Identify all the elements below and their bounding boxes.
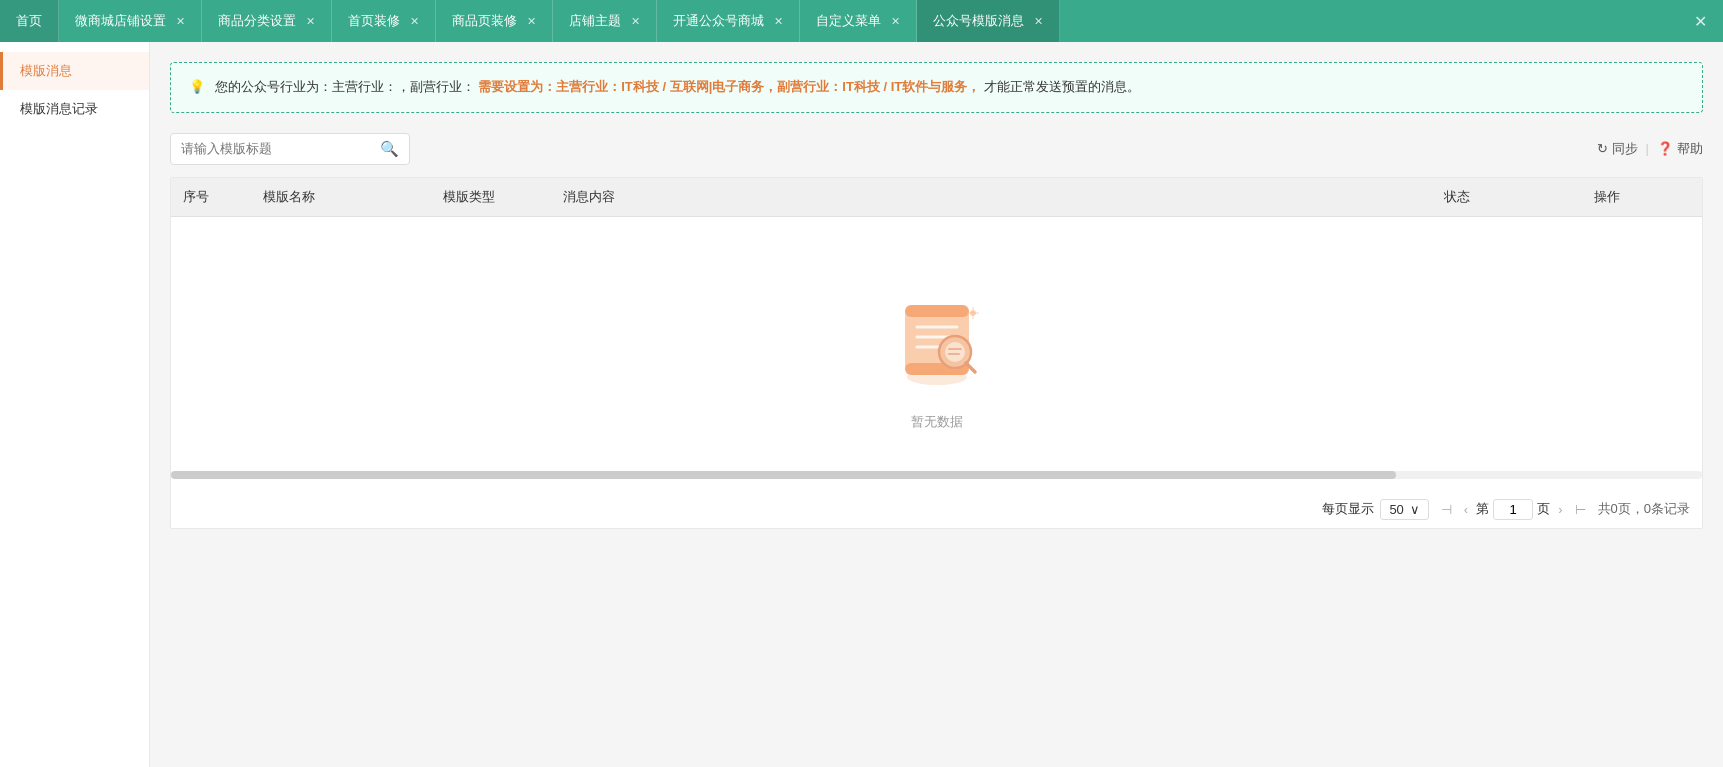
tab-close-shop-settings[interactable]: ✕	[176, 15, 185, 28]
page-unit: 页	[1537, 500, 1550, 518]
col-action: 操作	[1582, 178, 1702, 216]
svg-rect-2	[905, 305, 969, 317]
empty-state: 暂无数据	[171, 217, 1702, 471]
tab-close-template-msg[interactable]: ✕	[1034, 15, 1043, 28]
toolbar-right: ↻ 同步 | ❓ 帮助	[1597, 140, 1703, 158]
tab-product-category[interactable]: 商品分类设置 ✕	[202, 0, 332, 42]
tab-bar: 首页 微商城店铺设置 ✕ 商品分类设置 ✕ 首页装修 ✕ 商品页装修 ✕ 店铺主…	[0, 0, 1723, 42]
notice-icon: 💡	[189, 79, 205, 94]
notice-text1: 您的公众号行业为：主营行业：，副营行业：	[215, 79, 475, 94]
svg-point-8	[945, 342, 965, 362]
horizontal-scrollbar[interactable]	[171, 471, 1702, 479]
table-container: 序号 模版名称 模版类型 消息内容 状态 操作	[170, 177, 1703, 529]
tab-template-msg[interactable]: 公众号模版消息 ✕	[917, 0, 1060, 42]
prev-page-button[interactable]: ‹	[1460, 500, 1472, 519]
per-page-select: 每页显示 50 ∨	[1322, 499, 1428, 520]
tab-product-decor[interactable]: 商品页装修 ✕	[436, 0, 553, 42]
search-input-wrap: 🔍	[170, 133, 410, 165]
sidebar-item-template-record[interactable]: 模版消息记录	[0, 90, 149, 128]
per-page-label: 每页显示	[1322, 500, 1374, 518]
tab-custom-menu[interactable]: 自定义菜单 ✕	[800, 0, 917, 42]
tab-close-product-decor[interactable]: ✕	[527, 15, 536, 28]
tab-close-open-mall[interactable]: ✕	[774, 15, 783, 28]
col-status: 状态	[1432, 178, 1582, 216]
sync-icon: ↻	[1597, 141, 1608, 156]
notice-highlight: 需要设置为：主营行业：IT科技 / 互联网|电子商务，副营行业：IT科技 / I…	[478, 79, 980, 94]
page-input-wrap: 第 页	[1476, 499, 1550, 520]
notice-box: 💡 您的公众号行业为：主营行业：，副营行业： 需要设置为：主营行业：IT科技 /…	[170, 62, 1703, 113]
tab-shop-theme[interactable]: 店铺主题 ✕	[553, 0, 657, 42]
tab-open-mall[interactable]: 开通公众号商城 ✕	[657, 0, 800, 42]
help-button[interactable]: ❓ 帮助	[1657, 140, 1703, 158]
notice-text2: 才能正常发送预置的消息。	[984, 79, 1140, 94]
sync-button[interactable]: ↻ 同步	[1597, 140, 1638, 158]
tab-close-custom-menu[interactable]: ✕	[891, 15, 900, 28]
col-content: 消息内容	[551, 178, 1432, 216]
col-name: 模版名称	[251, 178, 431, 216]
page-input[interactable]	[1493, 499, 1533, 520]
empty-text: 暂无数据	[911, 413, 963, 431]
page-total: 共0页，0条记录	[1598, 500, 1690, 518]
sidebar: 模版消息 模版消息记录	[0, 42, 150, 767]
per-page-arrow-icon: ∨	[1410, 502, 1420, 517]
tab-shop-settings[interactable]: 微商城店铺设置 ✕	[59, 0, 202, 42]
search-bar: 🔍 ↻ 同步 | ❓ 帮助	[170, 133, 1703, 165]
tab-close-homepage-decor[interactable]: ✕	[410, 15, 419, 28]
tab-close-product-category[interactable]: ✕	[306, 15, 315, 28]
toolbar-divider: |	[1646, 141, 1649, 156]
page-label: 第	[1476, 500, 1489, 518]
col-seq: 序号	[171, 178, 251, 216]
sidebar-item-template-msg[interactable]: 模版消息	[0, 52, 149, 90]
next-page-button[interactable]: ›	[1554, 500, 1566, 519]
first-page-button[interactable]: ⊣	[1437, 500, 1456, 519]
empty-icon	[877, 277, 997, 397]
pagination: 每页显示 50 ∨ ⊣ ‹ 第 页 › ⊢	[171, 491, 1702, 528]
tab-bar-close-button[interactable]: ✕	[1678, 12, 1723, 31]
help-icon: ❓	[1657, 141, 1673, 156]
tab-home[interactable]: 首页	[0, 0, 59, 42]
last-page-button[interactable]: ⊢	[1571, 500, 1590, 519]
tab-close-shop-theme[interactable]: ✕	[631, 15, 640, 28]
tab-homepage-decor[interactable]: 首页装修 ✕	[332, 0, 436, 42]
per-page-value: 50	[1389, 502, 1403, 517]
table-header: 序号 模版名称 模版类型 消息内容 状态 操作	[171, 178, 1702, 217]
per-page-dropdown[interactable]: 50 ∨	[1380, 499, 1428, 520]
col-type: 模版类型	[431, 178, 551, 216]
page-navigation: ⊣ ‹ 第 页 › ⊢	[1437, 499, 1590, 520]
main-layout: 模版消息 模版消息记录 💡 您的公众号行业为：主营行业：，副营行业： 需要设置为…	[0, 42, 1723, 767]
scroll-thumb[interactable]	[171, 471, 1396, 479]
search-input[interactable]	[181, 141, 380, 156]
search-button[interactable]: 🔍	[380, 140, 399, 158]
content-area: 💡 您的公众号行业为：主营行业：，副营行业： 需要设置为：主营行业：IT科技 /…	[150, 42, 1723, 767]
